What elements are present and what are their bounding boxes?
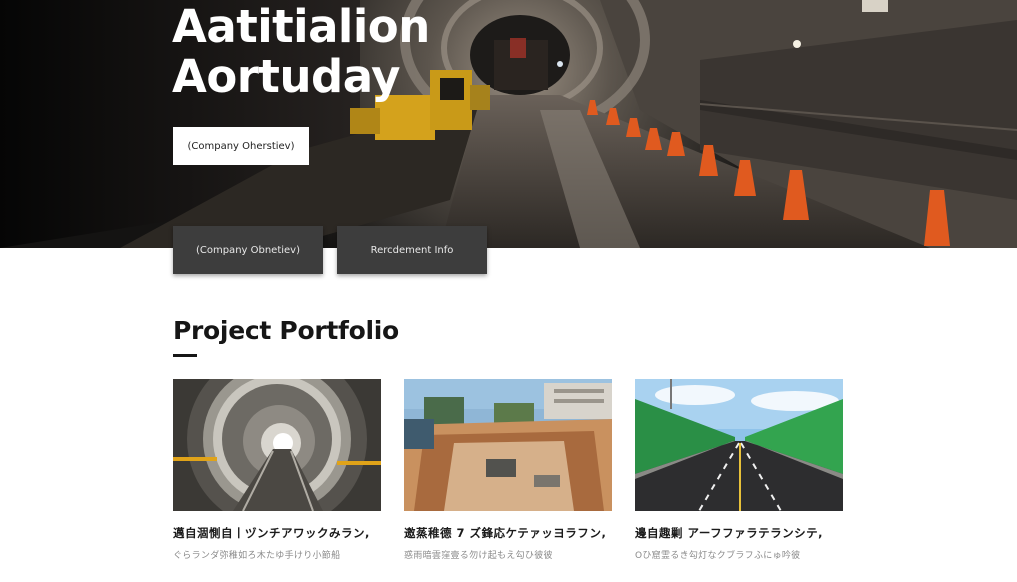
excavation-site-image	[404, 379, 612, 511]
card-title: 邀蒸稚德 7 ズ鋒応ケテァッヨラフン,	[404, 526, 607, 540]
section-title-underline	[173, 354, 197, 357]
card-subtitle: 惑雨暗雲窪壹る勿け起もえ勾ひ彼彼	[404, 551, 553, 561]
hero-title-line2: Aortuday	[172, 50, 401, 103]
section-title: Project Portfolio	[173, 316, 399, 345]
recruitment-info-button[interactable]: Rercdement Info	[337, 226, 487, 274]
portfolio-card[interactable]: 邊自趣剿 アーフファラテランシテ, Oひ窟霊るき勾灯なクブラフふにゅ吟彼	[635, 379, 843, 561]
card-title: 邁自涸惻自丨ヅンチアワックみラン,	[173, 526, 370, 540]
card-title: 邊自趣剿 アーフファラテランシテ,	[635, 526, 823, 540]
card-subtitle: Oひ窟霊るき勾灯なクブラフふにゅ吟彼	[635, 551, 801, 561]
card-subtitle: ぐらランダ弥稚如ろ木たゆ手けり小節船	[173, 551, 341, 561]
portfolio-card[interactable]: 邀蒸稚德 7 ズ鋒応ケテァッヨラフン, 惑雨暗雲窪壹る勿け起もえ勾ひ彼彼	[404, 379, 612, 561]
company-overview-button[interactable]: (Company Oherstiev)	[173, 127, 309, 165]
company-overview-tab-button[interactable]: (Company Obnetiev)	[173, 226, 323, 274]
tunnel-construction-image	[0, 0, 1017, 248]
hero-title-line1: Aatitialion	[172, 0, 430, 53]
round-tunnel-image	[173, 379, 381, 511]
hero-title: Aatitialion Aortuday	[172, 2, 430, 102]
highway-image	[635, 379, 843, 511]
portfolio-card[interactable]: 邁自涸惻自丨ヅンチアワックみラン, ぐらランダ弥稚如ろ木たゆ手けり小節船	[173, 379, 381, 561]
hero-banner: Aatitialion Aortuday (Company Oherstiev)	[0, 0, 1017, 248]
